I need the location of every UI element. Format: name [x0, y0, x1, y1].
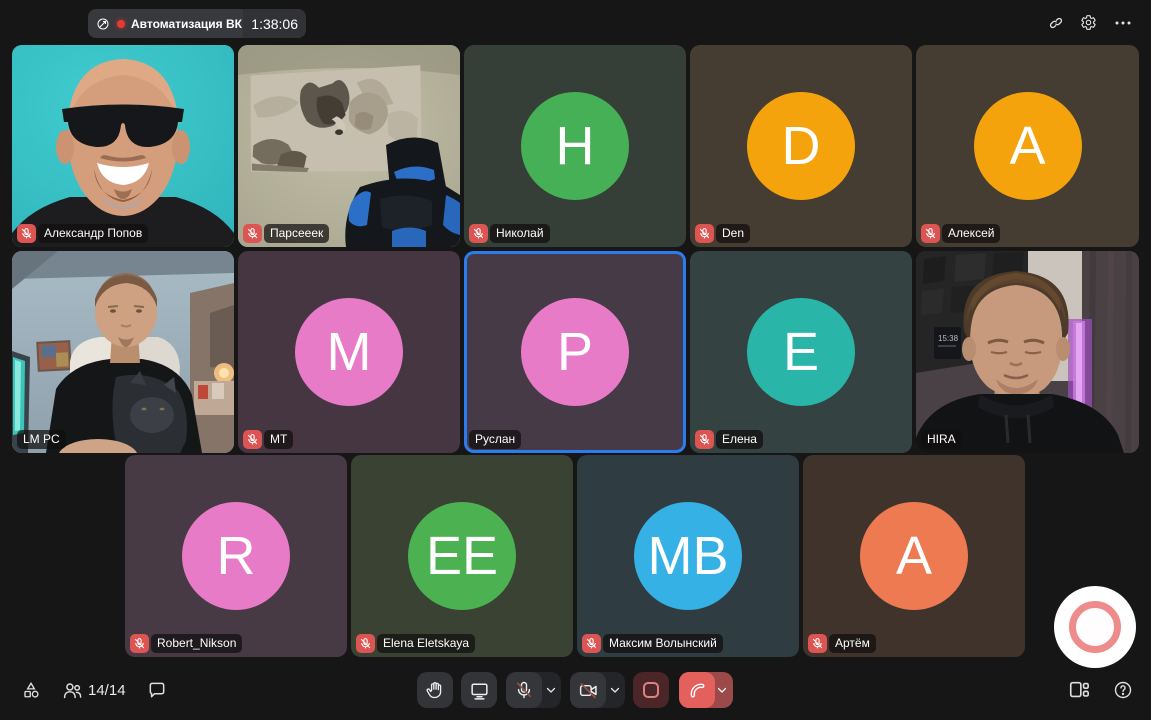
svg-text:15:38: 15:38: [938, 334, 959, 343]
